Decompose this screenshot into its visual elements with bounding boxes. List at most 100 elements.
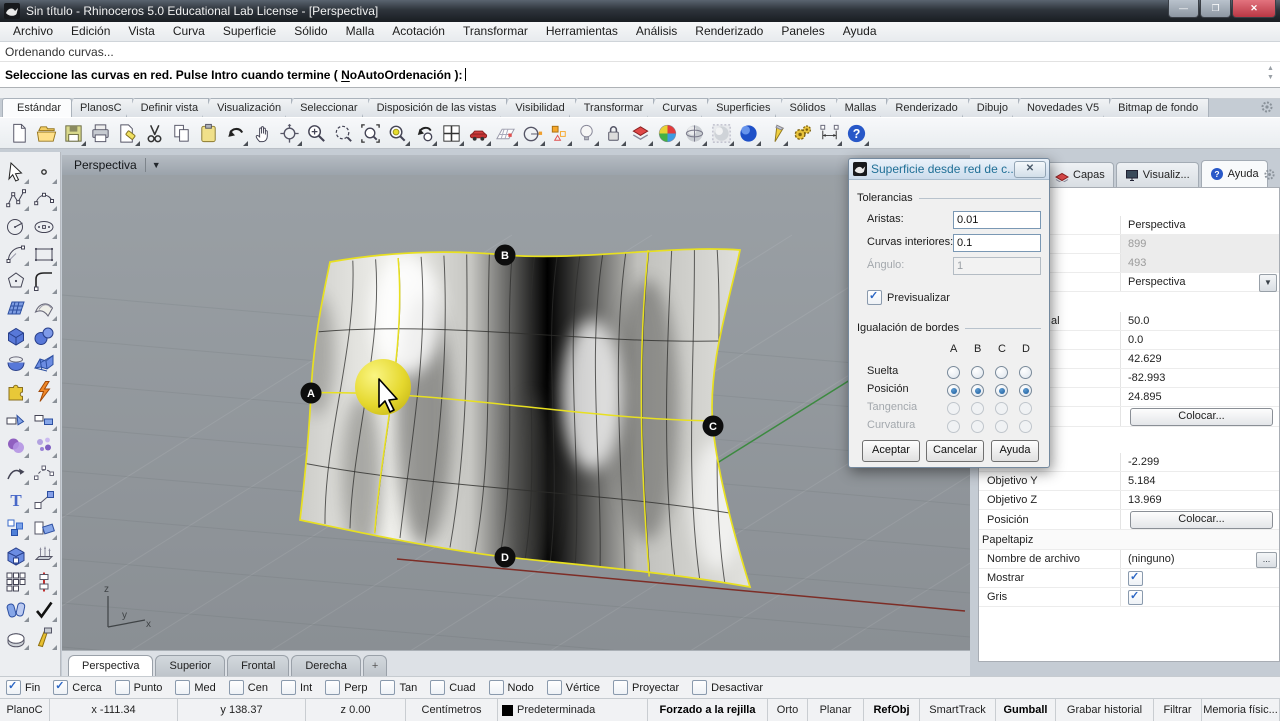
status-forzado-a-la-rejilla[interactable]: Forzado a la rejilla [648,699,768,721]
menu-item-herramientas[interactable]: Herramientas [537,22,627,41]
help-button[interactable]: Ayuda [991,440,1039,462]
colocar-button[interactable]: Colocar... [1130,407,1273,426]
array-linear-button[interactable] [30,569,57,596]
dropdown-arrow-button[interactable]: ▼ [1259,274,1277,292]
osnap-desactivar-checkbox[interactable] [692,680,708,695]
print-button[interactable] [87,119,114,147]
toolbar-tab-planosc[interactable]: PlanosC [65,98,133,117]
sphere-render-button[interactable] [735,119,762,147]
restore-button[interactable]: ❐ [1200,0,1231,18]
interior-curves-input[interactable] [953,234,1041,252]
menu-item-analisis[interactable]: Análisis [627,22,686,41]
osnap-med[interactable]: Med [175,680,216,695]
radio-posicion-a[interactable] [947,384,960,397]
toolbar-tab-renderizado[interactable]: Renderizado [880,98,969,117]
text-object-button[interactable]: T [2,487,29,514]
close-button[interactable]: ✕ [1232,0,1276,18]
command-option-accelerator[interactable]: N [341,68,350,82]
toolbar-gear-icon[interactable] [1260,100,1274,114]
osnap-punto-checkbox[interactable] [114,680,130,695]
status-planar[interactable]: Planar [808,699,864,721]
zoom-dynamic-button[interactable] [330,119,357,147]
dialog-title-bar[interactable]: Superficie desde red de c... ✕ [849,159,1049,180]
command-option-text[interactable]: oAutoOrdenación [350,68,451,82]
viewport-tab-superior[interactable]: Superior [155,655,226,676]
help-button[interactable]: ? [843,119,870,147]
box-solid-button[interactable] [2,322,29,349]
circle-center-button[interactable] [519,119,546,147]
color-wheel-button[interactable] [654,119,681,147]
toolbar-tab-dibujo[interactable]: Dibujo [961,98,1019,117]
panel-tab-visualiz[interactable]: Visualiz... [1115,162,1199,187]
property-value[interactable]: (ninguno)... [1121,550,1279,568]
osnap-tan-checkbox[interactable] [380,680,396,695]
curve-arrow-button[interactable] [2,459,29,486]
osnap-cerca[interactable]: Cerca [53,679,102,695]
toolbar-tab-visualizacion[interactable]: Visualización [202,98,293,117]
radio-suelta-a[interactable] [947,366,960,379]
copy-button[interactable] [168,119,195,147]
radio-posicion-d[interactable] [1019,384,1032,397]
lamp-button[interactable] [573,119,600,147]
toolbar-tab-disposicion-de-las-vistas[interactable]: Disposición de las vistas [361,98,508,117]
property-value[interactable]: 13.969 [1121,491,1279,509]
command-scrollbar[interactable]: ▲ ▼ [1265,64,1276,86]
extrude-button[interactable] [30,541,57,568]
viewport-title[interactable]: Perspectiva [62,158,145,172]
toolbar-tab-estandar[interactable]: Estándar [2,98,73,117]
status-grabar-historial[interactable]: Grabar historial [1056,699,1154,721]
menu-item-malla[interactable]: Malla [337,22,384,41]
viewport-add-tab[interactable]: + [362,655,388,676]
osnap-cerca-checkbox[interactable] [53,679,69,695]
command-prompt[interactable]: Seleccione las curvas en red. Pulse Intr… [0,62,1280,88]
spray-render-button[interactable] [30,624,57,651]
curve-control-button[interactable] [30,459,57,486]
osnap-cen-checkbox[interactable] [228,680,244,695]
property-value[interactable]: Colocar... [1121,407,1279,426]
radio-posicion-b[interactable] [971,384,984,397]
cone-flag-button[interactable] [762,119,789,147]
osnap-cuad-checkbox[interactable] [430,680,446,695]
radio-posicion-c[interactable] [995,384,1008,397]
toolbar-tab-novedades-v5[interactable]: Novedades V5 [1011,98,1111,117]
property-value[interactable] [1121,588,1279,606]
check-geometry-button[interactable] [30,596,57,623]
menu-item-curva[interactable]: Curva [164,22,214,41]
mesh-surface-button[interactable] [30,350,57,377]
toolbar-tab-transformar[interactable]: Transformar [568,98,655,117]
mostrar-checkbox[interactable] [1128,570,1143,586]
viewport-tab-derecha[interactable]: Derecha [291,655,361,676]
cancel-button[interactable]: Cancelar [926,440,984,462]
osnap-fin-checkbox[interactable] [6,679,21,695]
minimize-button[interactable]: — [1168,0,1199,18]
arc-button[interactable] [2,240,29,267]
osnap-punto[interactable]: Punto [114,680,162,695]
status-refobj[interactable]: RefObj [864,699,920,721]
toolbar-tab-curvas[interactable]: Curvas [647,98,709,117]
join-tubes-button[interactable] [2,596,29,623]
viewport-title-bar[interactable]: Perspectiva ▼ [62,155,970,176]
blocks-button[interactable] [2,514,29,541]
viewport-layout-button[interactable] [438,119,465,147]
status-x-111-34[interactable]: x -111.34 [50,699,178,721]
status-predeterminada[interactable]: Predeterminada [498,699,648,721]
osnap-proyectar[interactable]: Proyectar [613,680,679,695]
explode-button[interactable] [30,377,57,404]
save-file-button[interactable] [60,119,87,147]
split-button[interactable] [30,405,57,432]
status-y-138-37[interactable]: y 138.37 [178,699,306,721]
accept-button[interactable]: Aceptar [862,440,920,462]
menu-item-vista[interactable]: Vista [119,22,163,41]
osnap-fin[interactable]: Fin [6,679,40,695]
undo-button[interactable] [222,119,249,147]
lock-button[interactable] [600,119,627,147]
torus-button[interactable] [2,350,29,377]
dialog-close-button[interactable]: ✕ [1014,160,1046,178]
spheres-button[interactable] [30,322,57,349]
menu-item-acotacion[interactable]: Acotación [383,22,454,41]
cap-holes-button[interactable] [2,624,29,651]
osnap-vertice[interactable]: Vértice [546,680,600,695]
panel-tab-ayuda[interactable]: ? Ayuda [1200,160,1268,187]
menu-item-superficie[interactable]: Superficie [214,22,285,41]
select-pointer-button[interactable] [2,158,29,185]
